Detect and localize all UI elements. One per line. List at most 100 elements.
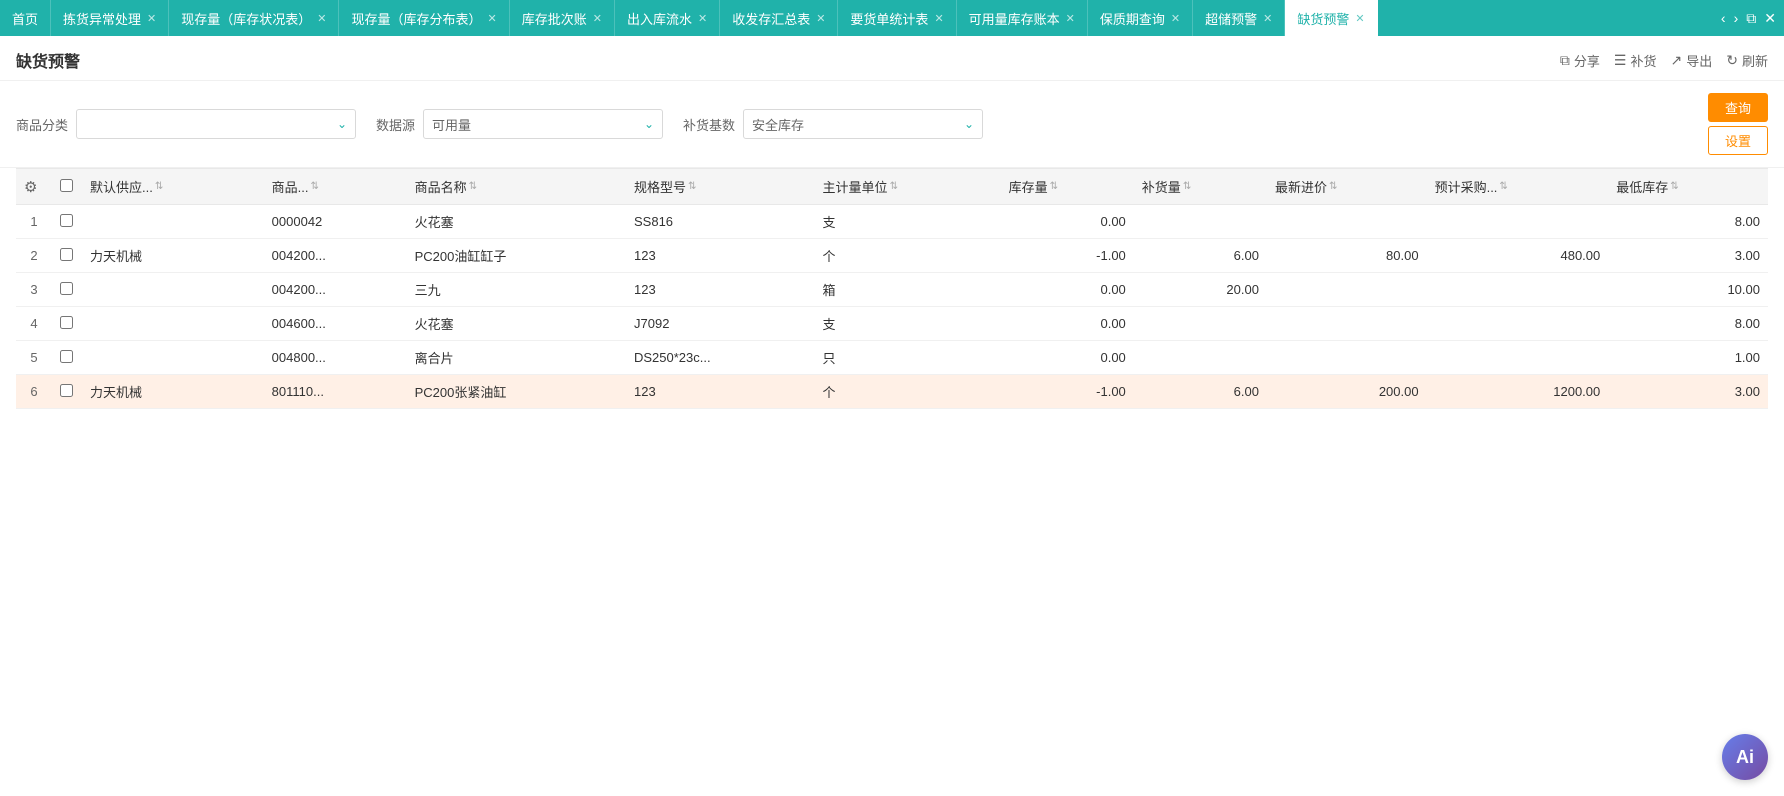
- row-index: 6: [16, 375, 52, 409]
- col-unit-sort[interactable]: 主计量单位 ⇅: [823, 177, 898, 196]
- row-goods-code: 004800...: [264, 341, 407, 375]
- tab-item-1[interactable]: 拣货异常处理✕: [51, 0, 169, 36]
- row-spec: J7092: [626, 307, 815, 341]
- row-index: 1: [16, 205, 52, 239]
- replenish-basis-label: 补货基数: [683, 115, 735, 134]
- row-goods-code: 0000042: [264, 205, 407, 239]
- col-latest-price: 最新进价 ⇅: [1267, 169, 1427, 205]
- refresh-button[interactable]: ↻ 刷新: [1726, 51, 1768, 70]
- table-row: 4 004600... 火花塞 J7092 支 0.00 8.00: [16, 307, 1768, 341]
- row-goods-name: 火花塞: [407, 205, 626, 239]
- data-table: ⚙ 默认供应... ⇅ 商品... ⇅: [16, 168, 1768, 409]
- col-est-purchase-sort[interactable]: 预计采购... ⇅: [1435, 177, 1508, 196]
- tab-item-11[interactable]: 缺货预警✕: [1285, 0, 1377, 36]
- row-min-stock: 1.00: [1608, 341, 1768, 375]
- col-spec-sort[interactable]: 规格型号 ⇅: [634, 177, 696, 196]
- tab-close-icon-1[interactable]: ✕: [147, 12, 156, 25]
- tab-item-9[interactable]: 保质期查询✕: [1088, 0, 1193, 36]
- col-supplier-sort[interactable]: 默认供应... ⇅: [90, 177, 163, 196]
- col-min-stock-sort[interactable]: 最低库存 ⇅: [1616, 177, 1678, 196]
- gear-icon[interactable]: ⚙: [24, 178, 37, 196]
- select-all-checkbox[interactable]: [60, 179, 73, 192]
- tab-item-2[interactable]: 现存量（库存状况表）✕: [169, 0, 339, 36]
- tab-close-icon-8[interactable]: ✕: [1066, 12, 1075, 25]
- tab-restore-button[interactable]: ⧉: [1742, 8, 1760, 29]
- category-select[interactable]: ⌄: [76, 109, 356, 139]
- tab-item-5[interactable]: 出入库流水✕: [615, 0, 720, 36]
- setting-button[interactable]: 设置: [1708, 126, 1768, 155]
- tab-close-icon-10[interactable]: ✕: [1263, 12, 1272, 25]
- tab-close-icon-2[interactable]: ✕: [317, 12, 326, 25]
- row-supplier: 力天机械: [82, 375, 264, 409]
- row-checkbox[interactable]: [60, 214, 73, 227]
- col-latest-price-label: 最新进价: [1275, 177, 1327, 196]
- table-row: 3 004200... 三九 123 箱 0.00 20.00 10.00: [16, 273, 1768, 307]
- tab-item-3[interactable]: 现存量（库存分布表）✕: [339, 0, 509, 36]
- tab-close-icon-5[interactable]: ✕: [698, 12, 707, 25]
- col-goods-code-label: 商品...: [272, 177, 309, 196]
- col-unit: 主计量单位 ⇅: [815, 169, 1001, 205]
- table-container: ⚙ 默认供应... ⇅ 商品... ⇅: [0, 168, 1784, 409]
- table-row: 6 力天机械 801110... PC200张紧油缸 123 个 -1.00 6…: [16, 375, 1768, 409]
- replenish-basis-select[interactable]: 安全库存 ⌄: [743, 109, 983, 139]
- query-button[interactable]: 查询: [1708, 93, 1768, 122]
- row-spec: 123: [626, 375, 815, 409]
- row-spec: 123: [626, 273, 815, 307]
- col-gear: ⚙: [16, 169, 52, 205]
- row-checkbox-cell: [52, 341, 82, 375]
- tab-close-all-button[interactable]: ✕: [1760, 8, 1780, 29]
- row-goods-name: PC200张紧油缸: [407, 375, 626, 409]
- sort-icon-stock: ⇅: [1050, 181, 1058, 192]
- tab-item-4[interactable]: 库存批次账✕: [510, 0, 615, 36]
- filter-actions: 查询 设置: [1708, 93, 1768, 155]
- tab-next-button[interactable]: ›: [1730, 8, 1743, 28]
- datasource-chevron-icon: ⌄: [644, 117, 654, 131]
- row-checkbox[interactable]: [60, 282, 73, 295]
- row-replenish: 20.00: [1134, 273, 1267, 307]
- tab-close-icon-4[interactable]: ✕: [593, 12, 602, 25]
- col-replenish-sort[interactable]: 补货量 ⇅: [1142, 177, 1191, 196]
- row-checkbox-cell: [52, 205, 82, 239]
- tab-prev-button[interactable]: ‹: [1717, 8, 1730, 28]
- row-replenish: [1134, 307, 1267, 341]
- datasource-select[interactable]: 可用量 ⌄: [423, 109, 663, 139]
- tab-close-icon-9[interactable]: ✕: [1171, 12, 1180, 25]
- row-checkbox[interactable]: [60, 350, 73, 363]
- row-checkbox[interactable]: [60, 248, 73, 261]
- tab-item-8[interactable]: 可用量库存账本✕: [957, 0, 1088, 36]
- row-unit: 支: [815, 307, 1001, 341]
- replenish-basis-chevron-icon: ⌄: [964, 117, 974, 131]
- col-stock-sort[interactable]: 库存量 ⇅: [1009, 177, 1058, 196]
- tab-close-icon-3[interactable]: ✕: [488, 12, 497, 25]
- share-icon: ⧉: [1560, 52, 1570, 69]
- col-min-stock-label: 最低库存: [1616, 177, 1668, 196]
- col-min-stock: 最低库存 ⇅: [1608, 169, 1768, 205]
- share-button[interactable]: ⧉ 分享: [1560, 51, 1600, 70]
- col-goods-name-sort[interactable]: 商品名称 ⇅: [415, 177, 477, 196]
- tab-item-0[interactable]: 首页: [0, 0, 51, 36]
- col-goods-code-sort[interactable]: 商品... ⇅: [272, 177, 319, 196]
- row-unit: 只: [815, 341, 1001, 375]
- row-checkbox[interactable]: [60, 384, 73, 397]
- table-header-row: ⚙ 默认供应... ⇅ 商品... ⇅: [16, 169, 1768, 205]
- replenish-button[interactable]: ☰ 补货: [1614, 51, 1657, 70]
- tab-item-7[interactable]: 要货单统计表✕: [838, 0, 956, 36]
- ai-assistant-button[interactable]: Ai: [1722, 734, 1768, 780]
- tab-close-icon-7[interactable]: ✕: [934, 12, 943, 25]
- datasource-label: 数据源: [376, 115, 415, 134]
- col-spec-label: 规格型号: [634, 177, 686, 196]
- row-checkbox[interactable]: [60, 316, 73, 329]
- tab-item-6[interactable]: 收发存汇总表✕: [720, 0, 838, 36]
- tab-close-icon-11[interactable]: ✕: [1355, 12, 1364, 25]
- row-latest-price: 200.00: [1267, 375, 1427, 409]
- col-latest-price-sort[interactable]: 最新进价 ⇅: [1275, 177, 1337, 196]
- col-replenish: 补货量 ⇅: [1134, 169, 1267, 205]
- tab-close-icon-6[interactable]: ✕: [816, 12, 825, 25]
- row-latest-price: [1267, 307, 1427, 341]
- row-min-stock: 3.00: [1608, 375, 1768, 409]
- tab-item-10[interactable]: 超储预警✕: [1193, 0, 1285, 36]
- col-goods-code: 商品... ⇅: [264, 169, 407, 205]
- datasource-select-value: 可用量: [432, 115, 471, 134]
- export-button[interactable]: ↗ 导出: [1671, 51, 1713, 70]
- sort-icon-replenish: ⇅: [1183, 181, 1191, 192]
